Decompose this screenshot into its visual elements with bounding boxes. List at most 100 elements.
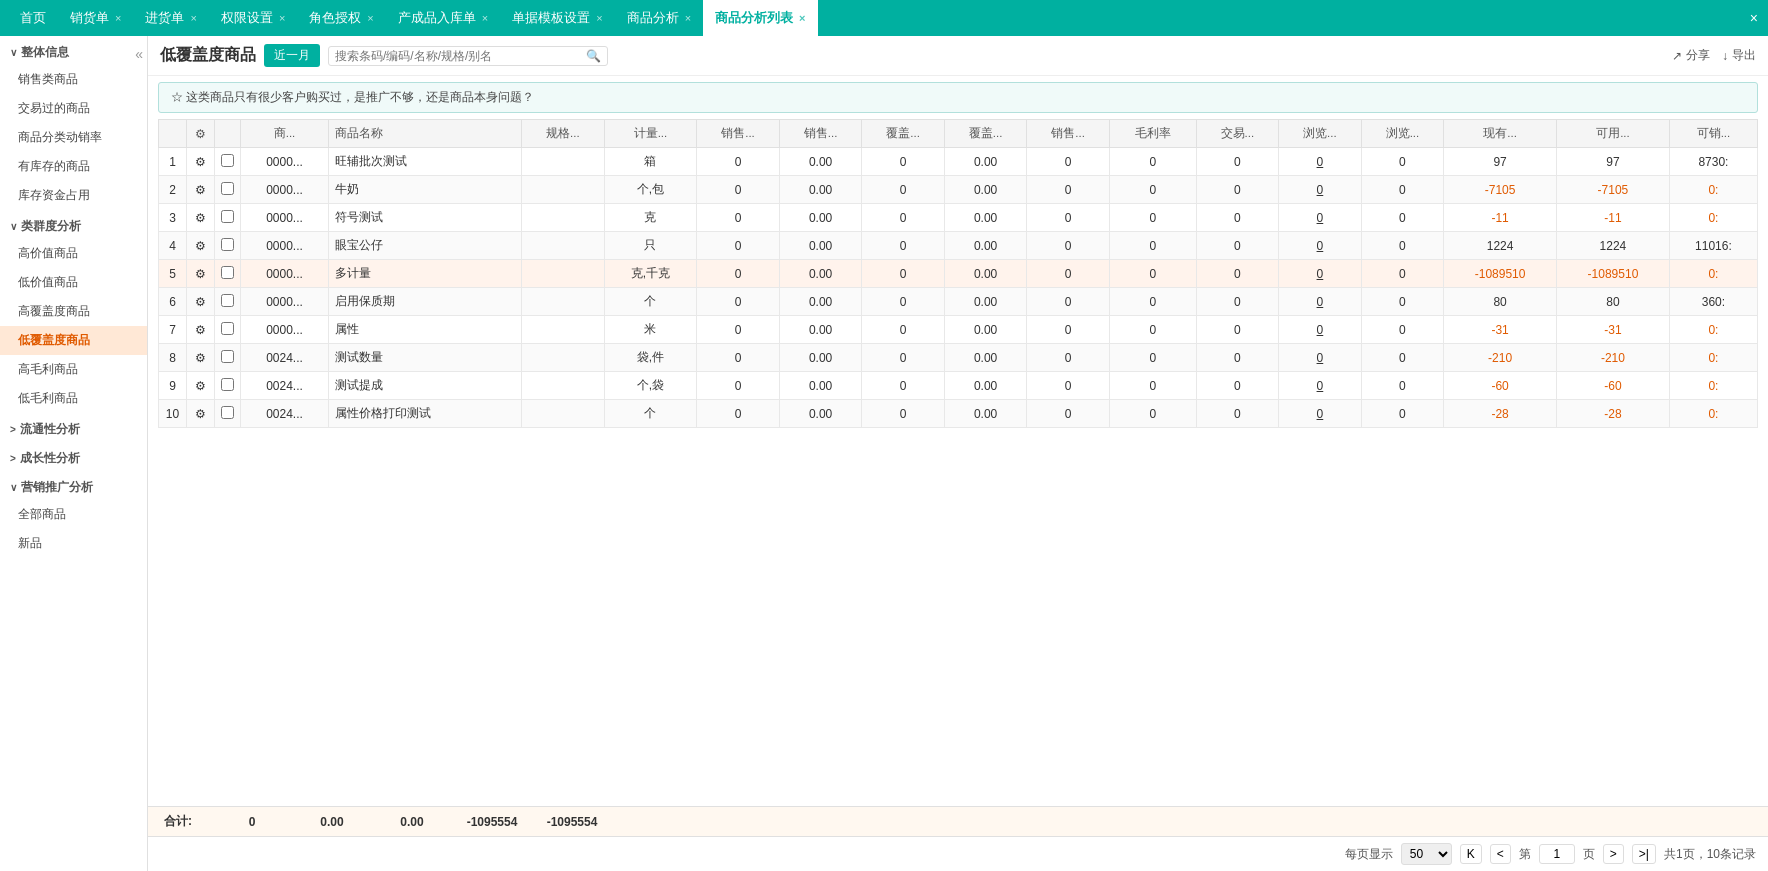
nav-tab-单据模板设置[interactable]: 单据模板设置×	[500, 0, 614, 36]
col-header-browse2[interactable]: 浏览...	[1361, 120, 1444, 148]
cell-settings[interactable]: ⚙	[187, 176, 215, 204]
cell-browse1[interactable]: 0	[1279, 176, 1362, 204]
nav-tab-商品分析列表[interactable]: 商品分析列表×	[703, 0, 817, 36]
cell-browse1[interactable]: 0	[1279, 344, 1362, 372]
cell-browse1[interactable]: 0	[1279, 232, 1362, 260]
cell-stock3: 0:	[1669, 400, 1757, 428]
nav-tab-产成品入库单[interactable]: 产成品入库单×	[386, 0, 500, 36]
nav-tab-首页[interactable]: 首页	[8, 0, 58, 36]
cell-browse1[interactable]: 0	[1279, 372, 1362, 400]
nav-tab-close-权限设置[interactable]: ×	[279, 12, 285, 24]
col-header-sale1[interactable]: 销售...	[697, 120, 780, 148]
nav-tab-close-商品分析[interactable]: ×	[685, 12, 691, 24]
row-checkbox[interactable]	[221, 266, 234, 279]
cell-settings[interactable]: ⚙	[187, 288, 215, 316]
cell-browse1[interactable]: 0	[1279, 316, 1362, 344]
sidebar-item-有库存的商品[interactable]: 有库存的商品	[0, 152, 147, 181]
sidebar-item-高覆盖度商品[interactable]: 高覆盖度商品	[0, 297, 147, 326]
row-checkbox[interactable]	[221, 182, 234, 195]
cell-browse1[interactable]: 0	[1279, 260, 1362, 288]
cell-sale1: 0	[697, 176, 780, 204]
nav-tab-close-商品分析列表[interactable]: ×	[799, 12, 805, 24]
cell-settings[interactable]: ⚙	[187, 344, 215, 372]
sidebar-item-低覆盖度商品[interactable]: 低覆盖度商品	[0, 326, 147, 355]
first-page-btn[interactable]: K	[1460, 844, 1482, 864]
cell-settings[interactable]: ⚙	[187, 316, 215, 344]
col-header-cover2[interactable]: 覆盖...	[944, 120, 1027, 148]
cell-settings[interactable]: ⚙	[187, 148, 215, 176]
last-page-btn[interactable]: >|	[1632, 844, 1656, 864]
cell-settings[interactable]: ⚙	[187, 400, 215, 428]
page-number-input[interactable]	[1539, 844, 1575, 864]
col-header-gross[interactable]: 毛利率	[1109, 120, 1196, 148]
cell-name: 启用保质期	[329, 288, 522, 316]
export-button[interactable]: ↓ 导出	[1722, 47, 1756, 64]
sidebar-item-新品[interactable]: 新品	[0, 529, 147, 558]
col-header-sale2[interactable]: 销售...	[779, 120, 862, 148]
row-checkbox[interactable]	[221, 378, 234, 391]
cell-settings[interactable]: ⚙	[187, 232, 215, 260]
sidebar-item-商品分类动销率[interactable]: 商品分类动销率	[0, 123, 147, 152]
sidebar-item-低价值商品[interactable]: 低价值商品	[0, 268, 147, 297]
nav-tab-商品分析[interactable]: 商品分析×	[615, 0, 703, 36]
nav-tab-进货单[interactable]: 进货单×	[133, 0, 208, 36]
cell-browse1[interactable]: 0	[1279, 148, 1362, 176]
nav-tab-close-进货单[interactable]: ×	[190, 12, 196, 24]
row-checkbox[interactable]	[221, 154, 234, 167]
col-header-check[interactable]	[215, 120, 241, 148]
col-header-spec[interactable]: 规格...	[522, 120, 605, 148]
cell-browse1[interactable]: 0	[1279, 204, 1362, 232]
col-header-trade[interactable]: 交易...	[1196, 120, 1279, 148]
sidebar-item-高毛利商品[interactable]: 高毛利商品	[0, 355, 147, 384]
row-checkbox[interactable]	[221, 350, 234, 363]
next-page-btn[interactable]: >	[1603, 844, 1624, 864]
col-header-unit[interactable]: 计量...	[604, 120, 697, 148]
col-header-browse1[interactable]: 浏览...	[1279, 120, 1362, 148]
col-header-stock1[interactable]: 现有...	[1444, 120, 1557, 148]
prev-page-btn[interactable]: <	[1490, 844, 1511, 864]
sidebar-collapse-btn[interactable]: «	[135, 46, 143, 62]
nav-tab-销货单[interactable]: 销货单×	[58, 0, 133, 36]
row-checkbox[interactable]	[221, 210, 234, 223]
cell-settings[interactable]: ⚙	[187, 260, 215, 288]
nav-tab-close-产成品入库单[interactable]: ×	[482, 12, 488, 24]
sidebar-section-流通性分析[interactable]: >流通性分析	[0, 413, 147, 442]
col-header-stock2[interactable]: 可用...	[1557, 120, 1670, 148]
sidebar-item-销售类商品[interactable]: 销售类商品	[0, 65, 147, 94]
col-header-code[interactable]: 商...	[241, 120, 329, 148]
sidebar-section-整体信息[interactable]: ∨整体信息	[0, 36, 147, 65]
sidebar-item-库存资金占用[interactable]: 库存资金占用	[0, 181, 147, 210]
nav-tab-close-销货单[interactable]: ×	[115, 12, 121, 24]
sidebar-item-全部商品[interactable]: 全部商品	[0, 500, 147, 529]
col-header-stock3[interactable]: 可销...	[1669, 120, 1757, 148]
page-title: 低覆盖度商品	[160, 45, 256, 66]
col-header-name[interactable]: 商品名称	[329, 120, 522, 148]
page-size-select[interactable]: 50 20 100	[1401, 843, 1452, 865]
share-button[interactable]: ↗ 分享	[1672, 47, 1710, 64]
cell-settings[interactable]: ⚙	[187, 204, 215, 232]
col-header-sale3[interactable]: 销售...	[1027, 120, 1110, 148]
sidebar-section-营销推广分析[interactable]: ∨营销推广分析	[0, 471, 147, 500]
row-checkbox[interactable]	[221, 238, 234, 251]
close-all-tabs[interactable]: ×	[1750, 10, 1758, 26]
nav-tab-角色授权[interactable]: 角色授权×	[297, 0, 385, 36]
period-button[interactable]: 近一月	[264, 44, 320, 67]
col-header-cover1[interactable]: 覆盖...	[862, 120, 945, 148]
sidebar-item-低毛利商品[interactable]: 低毛利商品	[0, 384, 147, 413]
sidebar-item-交易过的商品[interactable]: 交易过的商品	[0, 94, 147, 123]
cell-settings[interactable]: ⚙	[187, 372, 215, 400]
sidebar-section-成长性分析[interactable]: >成长性分析	[0, 442, 147, 471]
row-checkbox[interactable]	[221, 322, 234, 335]
sidebar-item-高价值商品[interactable]: 高价值商品	[0, 239, 147, 268]
nav-tab-权限设置[interactable]: 权限设置×	[209, 0, 297, 36]
cell-browse1[interactable]: 0	[1279, 400, 1362, 428]
row-checkbox[interactable]	[221, 406, 234, 419]
search-input[interactable]	[335, 49, 586, 63]
sidebar-section-类群度分析[interactable]: ∨类群度分析	[0, 210, 147, 239]
col-header-settings[interactable]: ⚙	[187, 120, 215, 148]
cell-browse1[interactable]: 0	[1279, 288, 1362, 316]
nav-tab-close-角色授权[interactable]: ×	[367, 12, 373, 24]
nav-tab-close-单据模板设置[interactable]: ×	[596, 12, 602, 24]
row-checkbox[interactable]	[221, 294, 234, 307]
cell-name: 眼宝公仔	[329, 232, 522, 260]
